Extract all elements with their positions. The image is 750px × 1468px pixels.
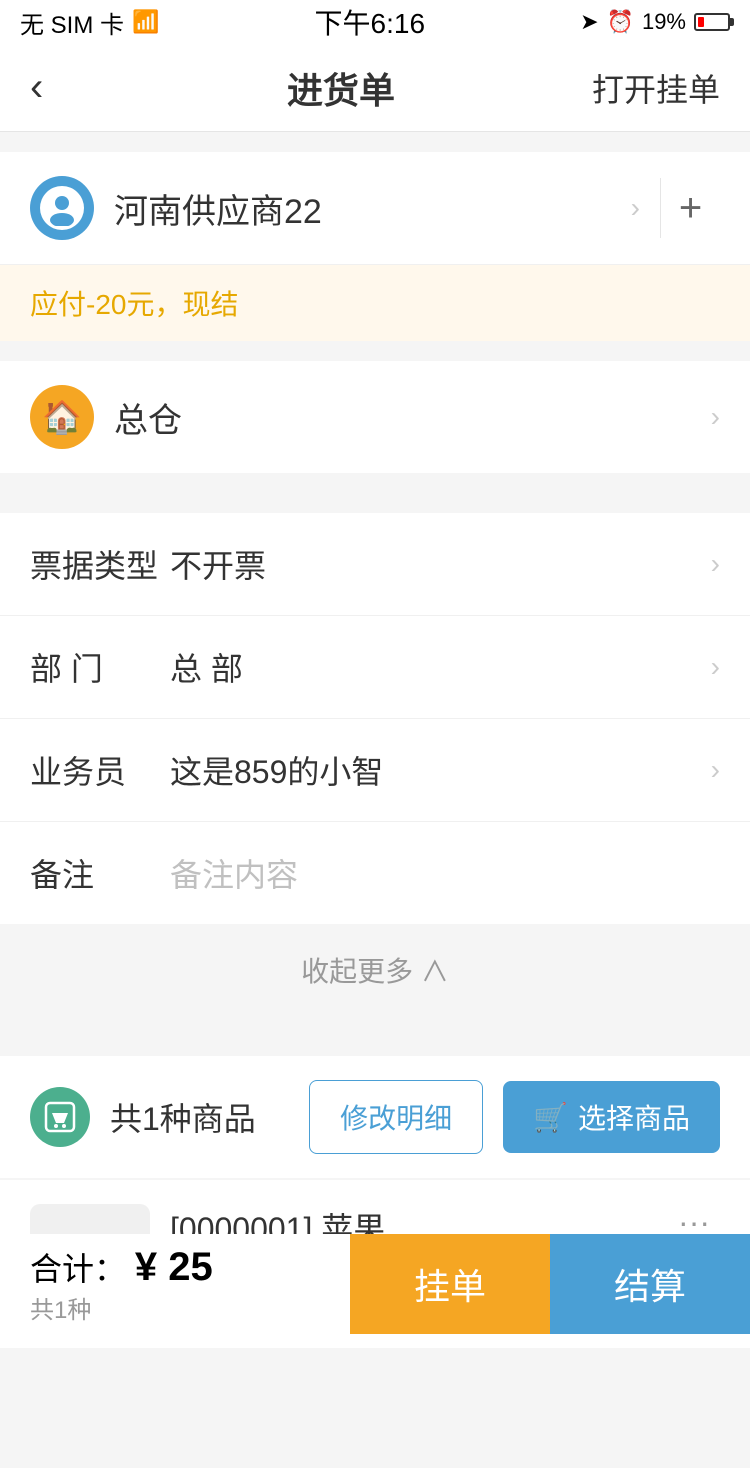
location-icon: ➤	[580, 9, 598, 35]
time-display: 下午6:16	[315, 2, 426, 42]
carrier-text: 无 SIM 卡	[20, 5, 124, 40]
warehouse-section: 🏠 总仓 ›	[0, 361, 750, 473]
department-row[interactable]: 部 门 总 部 ›	[0, 616, 750, 719]
open-pending-button[interactable]: 打开挂单	[592, 65, 720, 111]
checkout-button[interactable]: 结算	[550, 1234, 750, 1334]
status-bar-right: ➤ ⏰ 19%	[580, 9, 730, 35]
supplier-name: 河南供应商22	[114, 184, 631, 233]
bottom-padding	[0, 1348, 750, 1468]
remark-row[interactable]: 备注 备注内容	[0, 822, 750, 924]
person-icon	[44, 190, 80, 226]
select-product-label: 选择商品	[578, 1097, 690, 1137]
warehouse-row[interactable]: 🏠 总仓 ›	[0, 361, 750, 473]
gap-3	[0, 473, 750, 493]
back-button[interactable]: ‹	[30, 65, 90, 110]
warehouse-chevron-icon: ›	[711, 401, 720, 433]
battery-icon	[694, 13, 730, 31]
nav-bar: ‹ 进货单 打开挂单	[0, 44, 750, 132]
invoice-type-chevron-icon: ›	[711, 548, 720, 580]
edit-detail-button[interactable]: 修改明细	[309, 1080, 483, 1154]
bottom-bar: 合计： ¥ 25 共1种 挂单 结算	[0, 1234, 750, 1334]
battery-percentage: 19%	[642, 9, 686, 35]
status-bar: 无 SIM 卡 📶 下午6:16 ➤ ⏰ 19%	[0, 0, 750, 44]
add-supplier-button[interactable]: +	[660, 178, 720, 238]
remark-label: 备注	[30, 850, 170, 896]
department-value: 总 部	[170, 644, 711, 690]
total-section: 合计： ¥ 25 共1种	[0, 1244, 350, 1325]
invoice-type-label: 票据类型	[30, 541, 170, 587]
invoice-type-value: 不开票	[170, 541, 711, 587]
remark-value[interactable]: 备注内容	[170, 850, 720, 896]
salesperson-chevron-icon: ›	[711, 754, 720, 786]
gap-4	[0, 1016, 750, 1036]
salesperson-value: 这是859的小智	[170, 747, 711, 793]
total-amount: ¥ 25	[135, 1245, 213, 1289]
select-product-icon: 🛒	[533, 1101, 568, 1134]
department-chevron-icon: ›	[711, 651, 720, 683]
product-header: 共1种商品 修改明细 🛒 选择商品	[0, 1056, 750, 1178]
warehouse-name: 总仓	[114, 393, 711, 442]
form-section: 票据类型 不开票 › 部 门 总 部 › 业务员 这是859的小智 › 备注 备…	[0, 513, 750, 924]
department-label: 部 门	[30, 644, 170, 690]
collapse-button[interactable]: 收起更多 ∧	[0, 924, 750, 1016]
select-product-button[interactable]: 🛒 选择商品	[503, 1081, 720, 1153]
gap-2	[0, 341, 750, 361]
salesperson-row[interactable]: 业务员 这是859的小智 ›	[0, 719, 750, 822]
hang-button[interactable]: 挂单	[350, 1234, 550, 1334]
total-count: 共1种	[30, 1290, 320, 1325]
wifi-icon: 📶	[132, 9, 159, 35]
supplier-row[interactable]: 河南供应商22 › +	[0, 152, 750, 265]
page-title: 进货单	[287, 62, 395, 114]
notice-bar: 应付-20元，现结	[0, 265, 750, 341]
product-count: 共1种商品	[110, 1094, 289, 1140]
supplier-chevron-icon: ›	[631, 192, 640, 224]
supplier-avatar	[30, 176, 94, 240]
alarm-icon: ⏰	[607, 9, 634, 35]
salesperson-label: 业务员	[30, 747, 170, 793]
total-label: 合计：	[30, 1251, 126, 1287]
status-bar-left: 无 SIM 卡 📶	[20, 5, 159, 40]
gap-1	[0, 132, 750, 152]
invoice-type-row[interactable]: 票据类型 不开票 ›	[0, 513, 750, 616]
supplier-section: 河南供应商22 › + 应付-20元，现结	[0, 152, 750, 341]
product-cart-icon	[30, 1087, 90, 1147]
total-row: 合计： ¥ 25	[30, 1244, 320, 1290]
warehouse-icon: 🏠	[30, 385, 94, 449]
